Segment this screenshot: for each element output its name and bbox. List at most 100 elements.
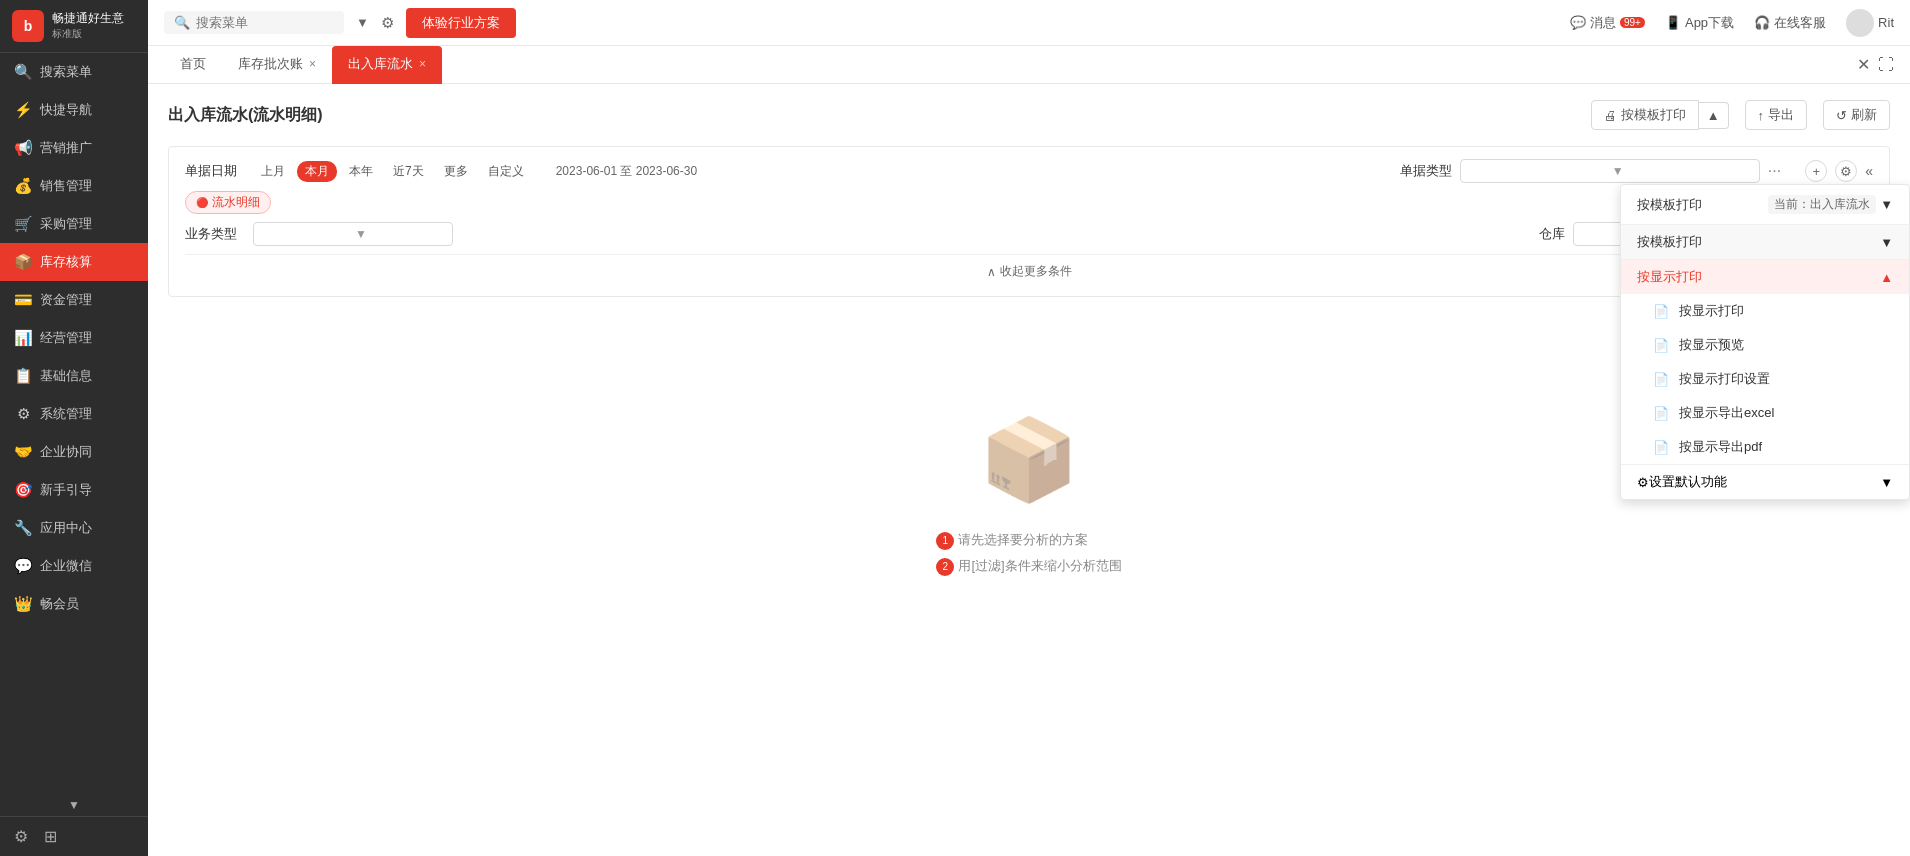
filter-label-type: 单据类型 [1400, 162, 1452, 180]
tab-close-flow[interactable]: × [419, 57, 426, 71]
date-tab-自定义[interactable]: 自定义 [480, 161, 532, 182]
date-tab-本年[interactable]: 本年 [341, 161, 381, 182]
sidebar-scroll-down[interactable]: ▼ [0, 794, 148, 816]
sidebar-item-system[interactable]: ⚙ 系统管理 [0, 395, 148, 433]
sidebar-item-apps[interactable]: 🔧应用中心 [0, 509, 148, 547]
dp-header: 按模板打印 当前：出入库流水 ▼ [1621, 185, 1909, 225]
app-download-btn[interactable]: 📱 App下载 [1665, 14, 1734, 32]
user-profile-btn[interactable]: Rit [1846, 9, 1894, 37]
date-tab-更多[interactable]: 更多 [436, 161, 476, 182]
filter-biz-select[interactable]: ▼ [253, 222, 453, 246]
expand-window-btn[interactable]: ⛶ [1878, 56, 1894, 74]
message-btn[interactable]: 💬 消息 99+ [1570, 14, 1645, 32]
sidebar-label-sales: 销售管理 [40, 177, 92, 195]
sidebar-item-member[interactable]: 👑畅会员 [0, 585, 148, 623]
tabbar: 首页库存批次账 ×出入库流水 × ✕ ⛶ [148, 46, 1910, 84]
sidebar-label-system: 系统管理 [40, 405, 92, 423]
tab-batch[interactable]: 库存批次账 × [222, 46, 332, 84]
dp-item-display-export-pdf[interactable]: 📄按显示导出pdf [1621, 430, 1909, 464]
trial-btn[interactable]: 体验行业方案 [406, 8, 516, 38]
search-box[interactable]: 🔍 [164, 11, 344, 34]
sidebar-item-wechat[interactable]: 💬企业微信 [0, 547, 148, 585]
sidebar-item-finance[interactable]: 💳 资金管理 [0, 281, 148, 319]
filter-actions: + ⚙ « [1805, 160, 1873, 182]
dp-section-header-template-print[interactable]: 按模板打印▼ [1621, 225, 1909, 259]
sidebar-item-marketing[interactable]: 📢营销推广 [0, 129, 148, 167]
search-dropdown-icon[interactable]: ▼ [356, 15, 369, 30]
sidebar-label-search: 搜索菜单 [40, 63, 92, 81]
collapse-sidebar-icon[interactable]: ⊞ [44, 827, 57, 846]
page-title: 出入库流水(流水明细) [168, 105, 323, 126]
search-input[interactable] [196, 15, 316, 30]
filter-date-tabs: 上月本月本年近7天更多自定义 [253, 161, 532, 182]
sidebar-label-finance: 资金管理 [40, 291, 92, 309]
filter-label-biz: 业务类型 [185, 225, 237, 243]
operations-icon: 📊 [14, 329, 32, 347]
date-tab-本月[interactable]: 本月 [297, 161, 337, 182]
message-icon: 💬 [1570, 15, 1586, 30]
sidebar-item-sales[interactable]: 💰销售管理 [0, 167, 148, 205]
empty-icon: 📦 [979, 413, 1079, 507]
quick-nav-icon: ⚡ [14, 101, 32, 119]
print-icon: 🖨 [1604, 108, 1617, 123]
filter-settings-btn[interactable]: ⚙ [1835, 160, 1857, 182]
filter-collapse-btn[interactable]: « [1865, 163, 1873, 179]
finance-icon: 💳 [14, 291, 32, 309]
add-filter-btn[interactable]: + [1805, 160, 1827, 182]
filter-tag: 🔴 流水明细 [185, 191, 271, 214]
topbar-gear-icon[interactable]: ⚙ [381, 14, 394, 32]
dp-item-icon-display-export-pdf: 📄 [1653, 440, 1669, 455]
collapse-up-icon: ∧ [987, 265, 996, 279]
sidebar-label-purchase: 采购管理 [40, 215, 92, 233]
dp-section-header-display-print[interactable]: 按显示打印▲ [1621, 260, 1909, 294]
dp-item-display-print-item[interactable]: 📄按显示打印 [1621, 294, 1909, 328]
online-service-btn[interactable]: 🎧 在线客服 [1754, 14, 1826, 32]
dp-item-display-print-settings[interactable]: 📄按显示打印设置 [1621, 362, 1909, 396]
more-dots-1[interactable]: ··· [1768, 162, 1781, 180]
refresh-icon: ↺ [1836, 108, 1847, 123]
tab-flow[interactable]: 出入库流水 × [332, 46, 442, 84]
sidebar-item-purchase[interactable]: 🛒采购管理 [0, 205, 148, 243]
print-template-btn[interactable]: 🖨 按模板打印 [1591, 100, 1699, 130]
sidebar-label-operations: 经营管理 [40, 329, 92, 347]
dp-footer[interactable]: ⚙ 设置默认功能 ▼ [1621, 465, 1909, 499]
collab-icon: 🤝 [14, 443, 32, 461]
close-window-btn[interactable]: ✕ [1857, 55, 1870, 74]
date-tab-上月[interactable]: 上月 [253, 161, 293, 182]
sidebar-logo: b 畅捷通好生意 标准版 [0, 0, 148, 53]
sidebar-label-quick-nav: 快捷导航 [40, 101, 92, 119]
date-tab-近7天[interactable]: 近7天 [385, 161, 432, 182]
sidebar-item-guide[interactable]: 🎯新手引导 [0, 471, 148, 509]
date-range: 2023-06-01 至 2023-06-30 [556, 163, 697, 180]
refresh-btn[interactable]: ↺ 刷新 [1823, 100, 1890, 130]
sidebar-item-search[interactable]: 🔍 搜索菜单 [0, 53, 148, 91]
print-dropdown-panel: 按模板打印 当前：出入库流水 ▼ 按模板打印▼按显示打印▲📄按显示打印📄按显示预… [1620, 184, 1910, 500]
chevron-down-icon-2: ▼ [355, 227, 442, 241]
system-icon: ⚙ [14, 405, 32, 423]
settings-icon[interactable]: ⚙ [14, 827, 28, 846]
dp-item-display-export-excel[interactable]: 📄按显示导出excel [1621, 396, 1909, 430]
sidebar-label-inventory: 库存核算 [40, 253, 92, 271]
dp-sections: 按模板打印▼按显示打印▲📄按显示打印📄按显示预览📄按显示打印设置📄按显示导出ex… [1621, 225, 1909, 465]
app-icon: 📱 [1665, 15, 1681, 30]
empty-steps: 1请先选择要分析的方案 2用[过滤]条件来缩小分析范围 [936, 527, 1121, 579]
dp-item-icon-display-export-excel: 📄 [1653, 406, 1669, 421]
topbar: 🔍 ▼ ⚙ 体验行业方案 💬 消息 99+ 📱 App下载 🎧 在线客服 Rit [148, 0, 1910, 46]
tab-close-batch[interactable]: × [309, 57, 316, 71]
sidebar-item-inventory[interactable]: 📦库存核算 [0, 243, 148, 281]
sidebar-item-quick-nav[interactable]: ⚡ 快捷导航 [0, 91, 148, 129]
sidebar-item-collab[interactable]: 🤝 企业协同 [0, 433, 148, 471]
dp-collapse-icon[interactable]: ▼ [1880, 197, 1893, 212]
tab-home[interactable]: 首页 [164, 46, 222, 84]
dp-section-template-print: 按模板打印▼ [1621, 225, 1909, 260]
sidebar-label-guide: 新手引导 [40, 481, 92, 499]
print-dropdown-btn[interactable]: ▲ [1699, 102, 1729, 129]
search-icon: 🔍 [14, 63, 32, 81]
sidebar-item-basic[interactable]: 📋基础信息 [0, 357, 148, 395]
sidebar-item-operations[interactable]: 📊 经营管理 [0, 319, 148, 357]
filter-type-select[interactable]: ▼ [1460, 159, 1760, 183]
dp-item-display-preview[interactable]: 📄按显示预览 [1621, 328, 1909, 362]
sidebar-label-collab: 企业协同 [40, 443, 92, 461]
export-btn[interactable]: ↑ 导出 [1745, 100, 1808, 130]
search-icon: 🔍 [174, 15, 190, 30]
